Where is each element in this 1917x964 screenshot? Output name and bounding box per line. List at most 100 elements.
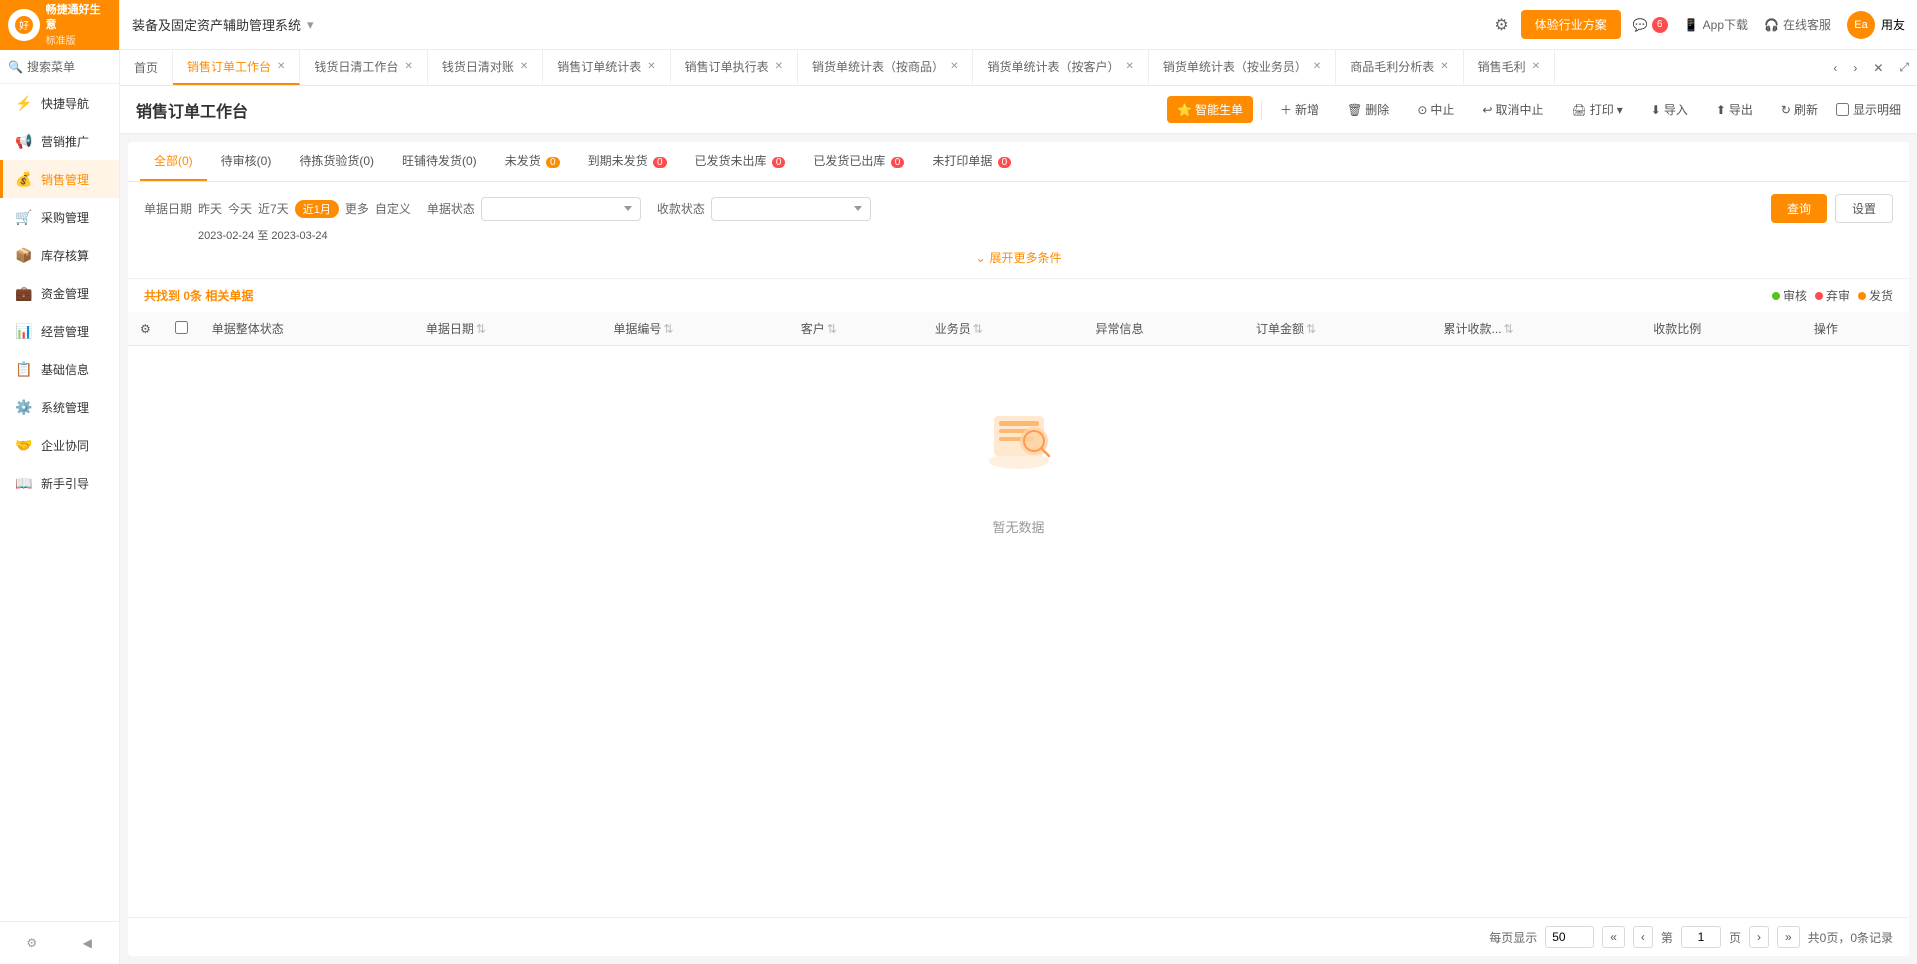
col-amount[interactable]: 订单金额⇅ [1244,312,1431,346]
refresh-button[interactable]: ↻ 刷新 [1771,96,1828,123]
import-button[interactable]: ⬇ 导入 [1641,96,1698,123]
stop-button[interactable]: ⊙ 中止 [1407,96,1464,123]
system-dropdown-icon[interactable]: ▾ [307,17,314,33]
next-page-button[interactable]: › [1749,926,1769,948]
sub-tab-pending-inspect[interactable]: 待拣货验货(0) [285,142,388,181]
col-received[interactable]: 累计收款...⇅ [1432,312,1642,346]
col-customer[interactable]: 客户⇅ [789,312,923,346]
tab-sales-margin[interactable]: 销售毛利 ✕ [1464,50,1555,85]
tab-home[interactable]: 首页 [120,51,173,84]
sub-tab-not-printed[interactable]: 未打印单据 0 [918,142,1025,181]
sidebar-item-cooperation[interactable]: 🤝 企业协同 [0,426,119,464]
col-no[interactable]: 单据编号⇅ [601,312,788,346]
tab-sales-product[interactable]: 销货单统计表（按商品） ✕ [798,50,973,85]
last-page-button[interactable]: » [1777,926,1800,948]
col-settings[interactable]: ⚙ [128,312,163,346]
cancel-stop-button[interactable]: ↩ 取消中止 [1472,96,1553,123]
sidebar-item-inventory[interactable]: 📦 库存核算 [0,236,119,274]
payment-select[interactable] [711,197,871,221]
tab-close-icon[interactable]: ✕ [520,61,528,72]
tab-sales-order[interactable]: 销售订单工作台 ✕ [173,50,300,85]
sidebar-item-operation[interactable]: 📊 经营管理 [0,312,119,350]
sidebar-item-basic[interactable]: 📋 基础信息 [0,350,119,388]
app-download-button[interactable]: 📱 App下载 [1684,16,1748,33]
tab-sales-staff[interactable]: 销货单统计表（按业务员） ✕ [1149,50,1336,85]
tab-close-all-button[interactable]: ✕ [1865,55,1891,81]
col-date[interactable]: 单据日期⇅ [414,312,601,346]
date-7days[interactable]: 近7天 [258,200,289,217]
sidebar-item-system[interactable]: ⚙️ 系统管理 [0,388,119,426]
add-button[interactable]: ＋ 新增 [1270,96,1329,123]
col-abnormal[interactable]: 异常信息 [1083,312,1244,346]
date-yesterday[interactable]: 昨天 [198,200,222,217]
first-page-button[interactable]: « [1602,926,1625,948]
ship-quick-btn[interactable]: 发货 [1858,287,1893,304]
sub-tab-overdue[interactable]: 到期未发货 0 [574,142,681,181]
tab-fullscreen-button[interactable]: ⤢ [1891,54,1917,81]
tab-sales-customer[interactable]: 销货单统计表（按客户） ✕ [973,50,1148,85]
sub-tab-pending-audit[interactable]: 待审核(0) [207,142,286,181]
expand-filter-button[interactable]: ⌄ 展开更多条件 [144,249,1893,266]
sidebar-item-finance[interactable]: 💼 资金管理 [0,274,119,312]
show-detail-checkbox[interactable] [1836,103,1849,116]
prev-page-button[interactable]: ‹ [1633,926,1653,948]
audit-quick-btn[interactable]: 审核 [1772,287,1807,304]
user-area[interactable]: Ea 用友 [1847,11,1905,39]
query-button[interactable]: 查询 [1771,194,1827,223]
page-input[interactable] [1681,926,1721,948]
export-button[interactable]: ⬆ 导出 [1706,96,1763,123]
industry-solution-button[interactable]: 体验行业方案 [1521,10,1621,39]
tab-close-icon[interactable]: ✕ [775,61,783,72]
tab-close-icon[interactable]: ✕ [647,61,655,72]
table-scroll[interactable]: ⚙ 单据整体状态 单据日期⇅ 单据编号⇅ [128,312,1909,917]
settings-button[interactable]: ⚙ [8,930,56,956]
sidebar-search[interactable]: 🔍 搜索菜单 [0,50,119,84]
online-service-button[interactable]: 🎧 在线客服 [1764,16,1831,33]
smart-generate-button[interactable]: ⭐ 智能生单 [1167,96,1253,123]
date-custom[interactable]: 自定义 [375,200,411,217]
sidebar-logo: 好 畅捷通好生意 标准版 [0,0,119,50]
delete-button[interactable]: 🗑 删除 [1337,96,1399,123]
status-select[interactable] [481,197,641,221]
tab-sales-exec[interactable]: 销售订单执行表 ✕ [671,50,798,85]
tab-close-icon[interactable]: ✕ [1125,61,1133,72]
tab-next-button[interactable]: › [1845,55,1865,81]
sidebar-item-guide[interactable]: 📖 新手引导 [0,464,119,502]
sub-tab-all[interactable]: 全部(0) [140,142,207,181]
settings-filter-button[interactable]: 设置 [1835,194,1893,223]
tab-close-icon[interactable]: ✕ [1440,61,1448,72]
tab-close-icon[interactable]: ✕ [404,61,412,72]
tab-prev-button[interactable]: ‹ [1825,55,1845,81]
per-page-select[interactable]: 50 10 20 100 [1545,926,1594,948]
sub-tab-shipped-out[interactable]: 已发货已出库 0 [799,142,918,181]
select-all-checkbox[interactable] [175,321,188,334]
tab-cash-reconcile[interactable]: 钱货日清对账 ✕ [428,50,543,85]
tab-margin[interactable]: 商品毛利分析表 ✕ [1336,50,1463,85]
tab-close-icon[interactable]: ✕ [950,61,958,72]
date-today[interactable]: 今天 [228,200,252,217]
print-button[interactable]: 🖨 打印 ▾ [1561,96,1632,123]
col-staff[interactable]: 业务员⇅ [923,312,1084,346]
header-settings-icon[interactable]: ⚙ [1494,15,1508,35]
tab-close-icon[interactable]: ✕ [1532,61,1540,72]
tab-sales-stats[interactable]: 销售订单统计表 ✕ [543,50,670,85]
sidebar-item-purchase[interactable]: 🛒 采购管理 [0,198,119,236]
date-more[interactable]: 更多 [345,200,369,217]
col-checkbox[interactable] [163,312,200,346]
date-1month[interactable]: 近1月 [295,200,339,218]
tab-close-icon[interactable]: ✕ [1313,61,1321,72]
tab-close-icon[interactable]: ✕ [277,61,285,72]
sidebar-item-quick-nav[interactable]: ⚡ 快捷导航 [0,84,119,122]
sub-tab-wangpu[interactable]: 旺铺待发货(0) [388,142,491,181]
unaudit-quick-btn[interactable]: 弃审 [1815,287,1850,304]
sidebar-item-sales[interactable]: 💰 销售管理 [0,160,119,198]
tab-cash-daily[interactable]: 钱货日清工作台 ✕ [300,50,427,85]
sidebar-item-marketing[interactable]: 📢 营销推广 [0,122,119,160]
message-button[interactable]: 💬 6 [1633,17,1668,33]
show-detail-label[interactable]: 显示明细 [1853,101,1901,118]
sub-tab-not-shipped[interactable]: 未发货 0 [491,142,574,181]
collapse-button[interactable]: ◀ [64,930,112,956]
col-ratio[interactable]: 收款比例 [1641,312,1802,346]
sub-tab-shipped-not-in[interactable]: 已发货未出库 0 [681,142,800,181]
col-status[interactable]: 单据整体状态 [200,312,414,346]
